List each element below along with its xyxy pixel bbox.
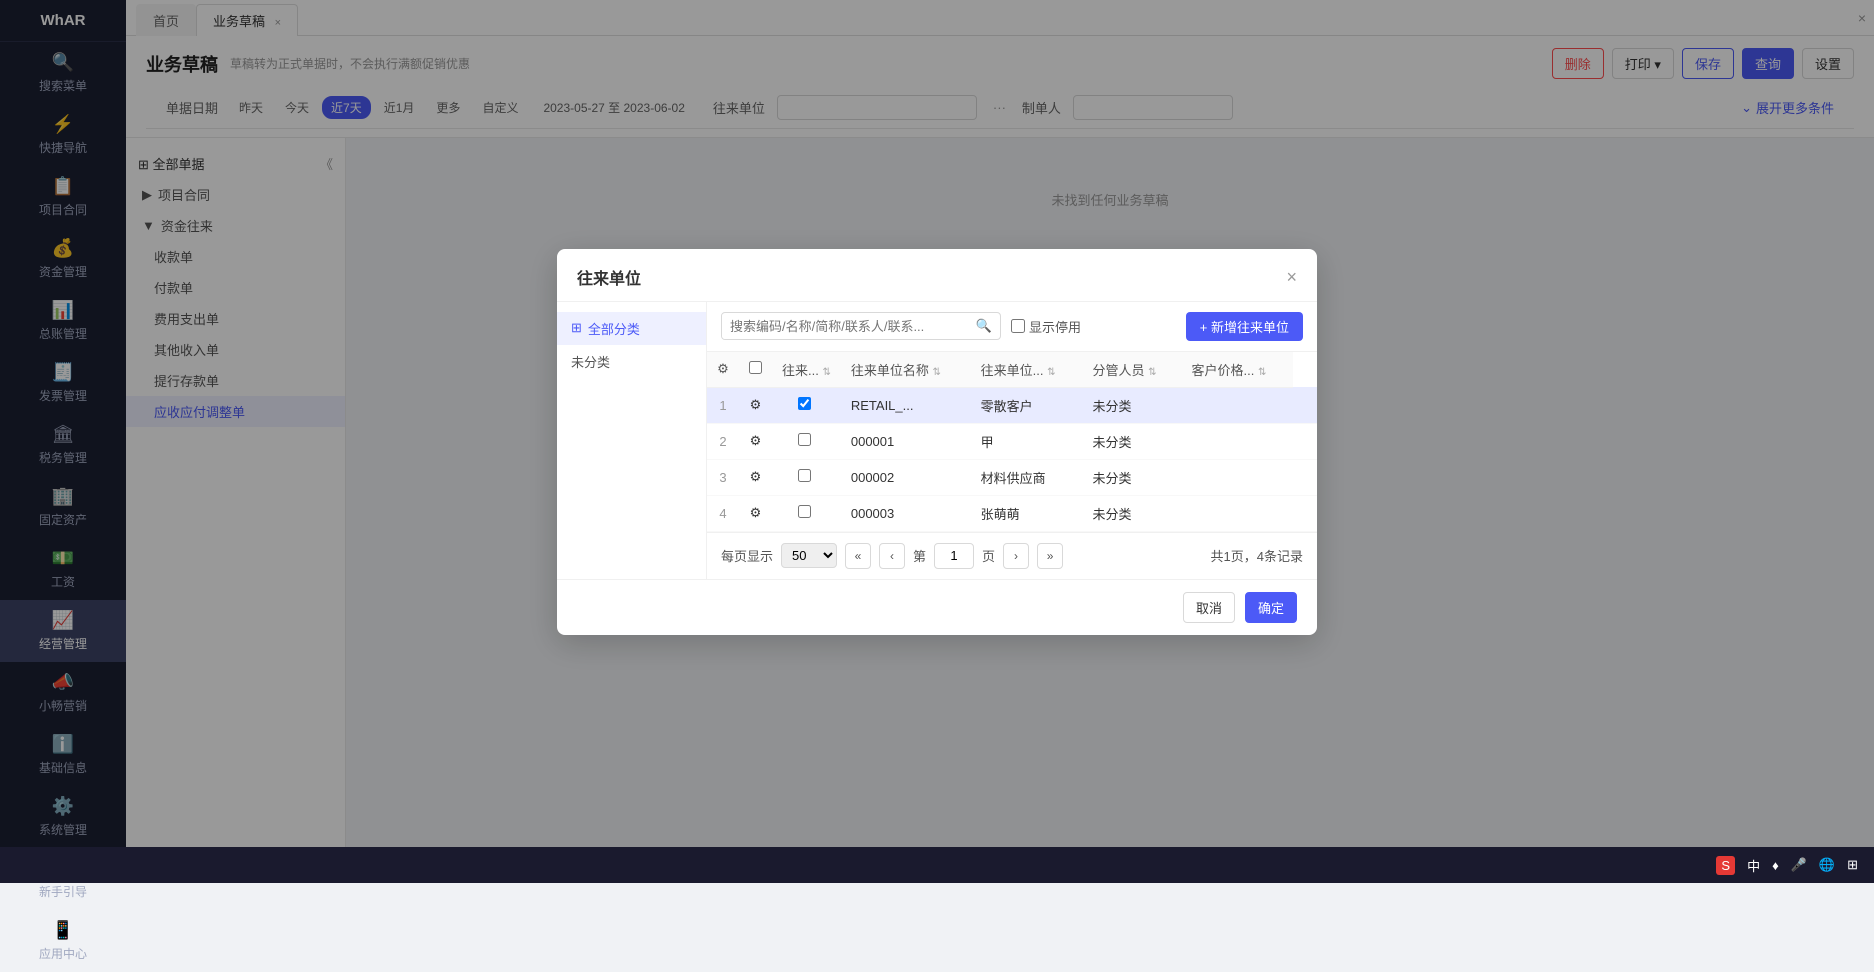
new-partner-button[interactable]: + 新增往来单位 — [1186, 312, 1303, 341]
row-salesperson — [1182, 423, 1294, 459]
row-checkbox[interactable] — [798, 397, 811, 410]
dialog-right: 🔍 显示停用 + 新增往来单位 ⚙ — [707, 302, 1317, 579]
modal-overlay: 往来单位 × ⊞ 全部分类 未分类 🔍 — [0, 0, 1874, 883]
dialog-tree: ⊞ 全部分类 未分类 — [557, 302, 707, 579]
row-number — [772, 387, 841, 423]
dialog-body: ⊞ 全部分类 未分类 🔍 显示停用 — [557, 302, 1317, 579]
row-index: 2 — [707, 423, 739, 459]
sort-icon: ⇅ — [822, 367, 830, 378]
mic-icon[interactable]: 🎤 — [1791, 857, 1807, 873]
row-setting[interactable]: ⚙ — [739, 423, 772, 459]
disabled-checkbox-input[interactable] — [1011, 319, 1025, 333]
row-salesperson — [1182, 387, 1294, 423]
sidebar-item-label: 应用中心 — [39, 945, 87, 962]
search-icon[interactable]: 🔍 — [968, 313, 1000, 339]
row-index: 3 — [707, 459, 739, 495]
dialog-tree-unclassified[interactable]: 未分类 — [557, 345, 706, 378]
row-name: 材料供应商 — [971, 459, 1083, 495]
dialog-title: 往来单位 — [577, 265, 641, 289]
dialog-close-icon[interactable]: × — [1286, 268, 1297, 286]
page-label: 页 — [982, 546, 995, 565]
row-category: 未分类 — [1082, 459, 1181, 495]
row-name: 甲 — [971, 423, 1083, 459]
s-icon[interactable]: S — [1716, 856, 1735, 875]
col-check-header[interactable] — [739, 352, 772, 388]
per-page-select[interactable]: 50 100 — [781, 543, 837, 568]
show-disabled-checkbox[interactable]: 显示停用 — [1011, 317, 1081, 336]
sort-icon2: ⇅ — [933, 367, 941, 378]
row-price-level — [1293, 459, 1317, 495]
row-code: 000001 — [841, 423, 971, 459]
row-checkbox[interactable] — [798, 433, 811, 446]
first-page-button[interactable]: « — [845, 543, 871, 569]
row-code: RETAIL_... — [841, 387, 971, 423]
table-row[interactable]: 4 ⚙ 000003 张萌萌 未分类 — [707, 495, 1317, 531]
row-category: 未分类 — [1082, 387, 1181, 423]
grid-small-icon: ⊞ — [571, 320, 582, 336]
diamond-icon[interactable]: ♦ — [1772, 858, 1779, 873]
dialog-toolbar: 🔍 显示停用 + 新增往来单位 — [707, 302, 1317, 352]
page-number-input[interactable] — [934, 543, 974, 569]
row-name: 张萌萌 — [971, 495, 1083, 531]
row-number — [772, 495, 841, 531]
col-setting-header[interactable]: ⚙ — [707, 352, 739, 388]
per-page-label: 每页显示 — [721, 546, 773, 565]
row-salesperson — [1182, 459, 1294, 495]
zh-icon[interactable]: 中 — [1747, 856, 1760, 875]
col-name-header[interactable]: 往来单位名称 ⇅ — [841, 352, 971, 388]
last-page-button[interactable]: » — [1037, 543, 1063, 569]
dialog-tree-all[interactable]: ⊞ 全部分类 — [557, 312, 706, 345]
row-price-level — [1293, 495, 1317, 531]
col-price-header[interactable]: 客户价格... ⇅ — [1182, 352, 1294, 388]
row-setting[interactable]: ⚙ — [739, 495, 772, 531]
partner-dialog: 往来单位 × ⊞ 全部分类 未分类 🔍 — [557, 249, 1317, 635]
sidebar-item-app-center[interactable]: 📱 应用中心 — [0, 910, 126, 972]
col-salesperson-header[interactable]: 分管人员 ⇅ — [1082, 352, 1181, 388]
confirm-button[interactable]: 确定 — [1245, 592, 1297, 623]
table-header-row: ⚙ 往来... ⇅ 往来单位名称 ⇅ — [707, 352, 1317, 388]
cancel-button[interactable]: 取消 — [1183, 592, 1235, 623]
row-index: 1 — [707, 387, 739, 423]
row-number — [772, 459, 841, 495]
row-code: 000003 — [841, 495, 971, 531]
row-price-level — [1293, 423, 1317, 459]
sort-icon3: ⇅ — [1047, 367, 1055, 378]
dialog-actions: 取消 确定 — [557, 579, 1317, 635]
col-code-header[interactable]: 往来... ⇅ — [772, 352, 841, 388]
search-box: 🔍 — [721, 312, 1001, 340]
row-salesperson — [1182, 495, 1294, 531]
row-index: 4 — [707, 495, 739, 531]
table-row[interactable]: 1 ⚙ RETAIL_... 零散客户 未分类 — [707, 387, 1317, 423]
row-name: 零散客户 — [971, 387, 1083, 423]
next-page-button[interactable]: › — [1003, 543, 1029, 569]
row-setting[interactable]: ⚙ — [739, 387, 772, 423]
row-category: 未分类 — [1082, 423, 1181, 459]
row-number — [772, 423, 841, 459]
row-category: 未分类 — [1082, 495, 1181, 531]
bottom-bar: S 中 ♦ 🎤 🌐 ⊞ — [0, 847, 1874, 883]
row-price-level — [1293, 387, 1317, 423]
row-checkbox[interactable] — [798, 505, 811, 518]
sort-icon5: ⇅ — [1258, 367, 1266, 378]
prev-page-button[interactable]: ‹ — [879, 543, 905, 569]
sort-icon4: ⇅ — [1148, 367, 1156, 378]
partner-search-input[interactable] — [722, 314, 968, 339]
app-icon: 📱 — [52, 920, 74, 941]
dialog-pagination: 每页显示 50 100 « ‹ 第 页 › » 共1页，4条记录 — [707, 532, 1317, 579]
globe-icon[interactable]: 🌐 — [1819, 857, 1835, 873]
grid-icon-bottom[interactable]: ⊞ — [1847, 857, 1858, 873]
sidebar-item-label: 新手引导 — [39, 883, 87, 900]
dialog-table: ⚙ 往来... ⇅ 往来单位名称 ⇅ — [707, 352, 1317, 532]
row-checkbox[interactable] — [798, 469, 811, 482]
page-word: 第 — [913, 546, 926, 565]
dialog-header: 往来单位 × — [557, 249, 1317, 302]
row-code: 000002 — [841, 459, 971, 495]
col-category-header[interactable]: 往来单位... ⇅ — [971, 352, 1083, 388]
table-row[interactable]: 3 ⚙ 000002 材料供应商 未分类 — [707, 459, 1317, 495]
select-all-checkbox[interactable] — [749, 361, 762, 374]
table-row[interactable]: 2 ⚙ 000001 甲 未分类 — [707, 423, 1317, 459]
row-setting[interactable]: ⚙ — [739, 459, 772, 495]
total-info: 共1页，4条记录 — [1211, 546, 1303, 565]
